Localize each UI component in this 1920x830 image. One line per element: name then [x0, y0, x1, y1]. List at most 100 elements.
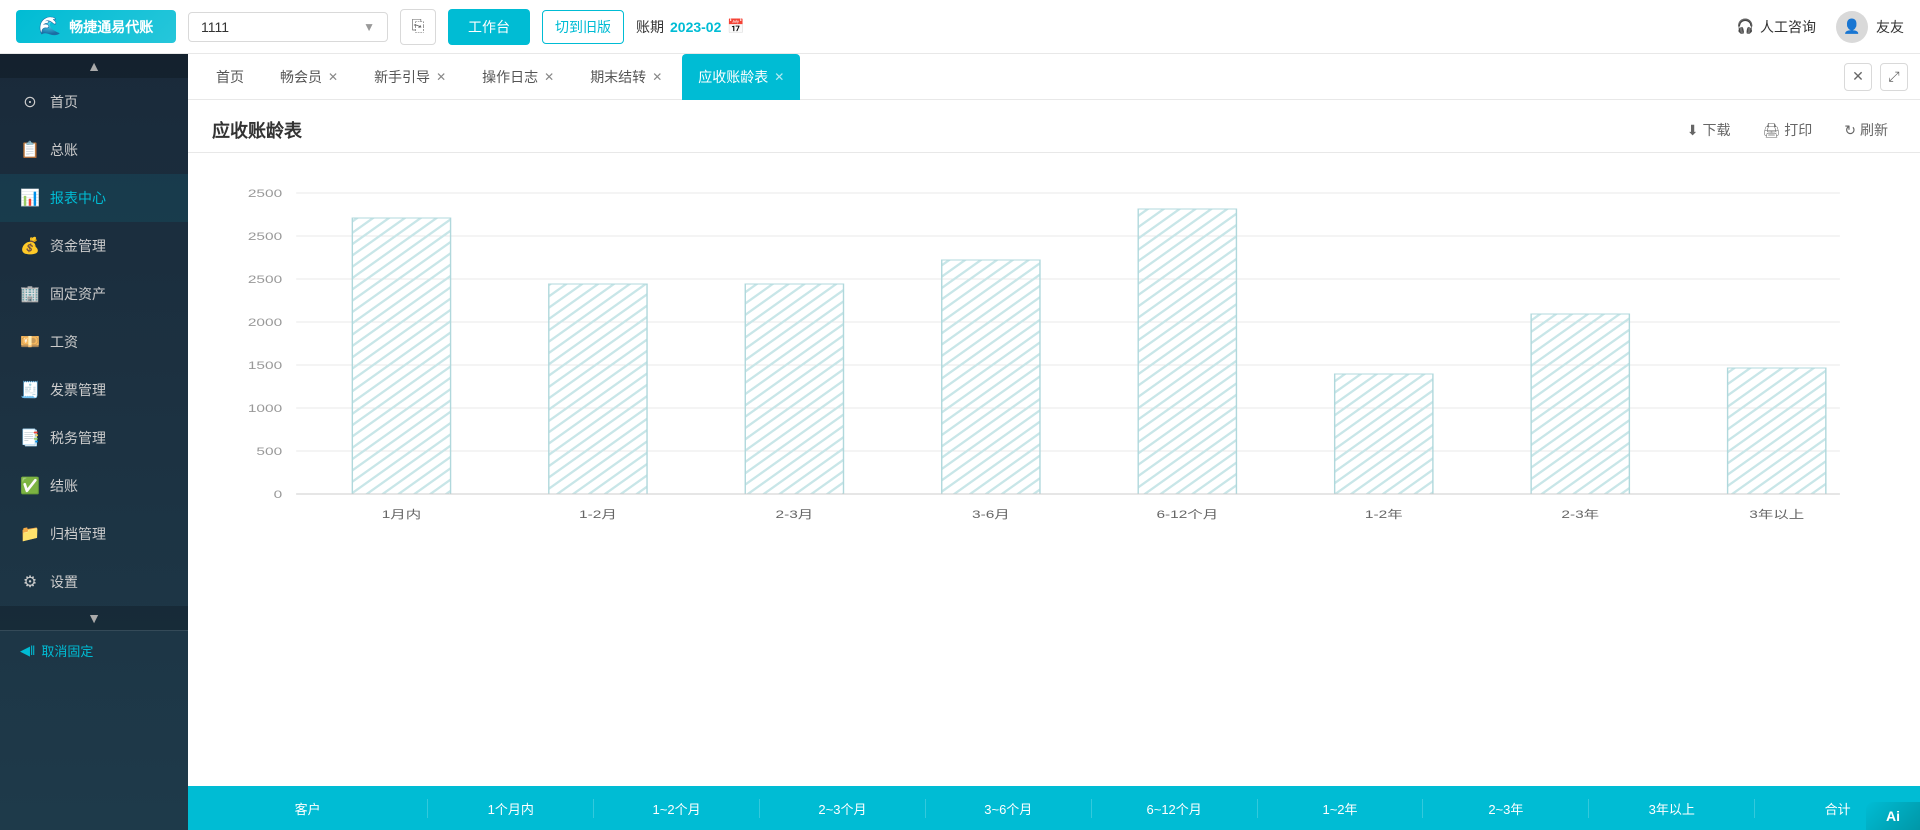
- th-customer: 客户: [188, 799, 428, 818]
- sidebar-item-home[interactable]: ⊙ 首页: [0, 78, 188, 126]
- archive-icon: 📁: [20, 524, 40, 544]
- page-header: 应收账龄表 ⬇ 下载 🖨 打印 ↻ 刷新: [188, 100, 1920, 153]
- sidebar-label-home: 首页: [50, 92, 78, 112]
- tab-member[interactable]: 畅会员 ✕: [264, 54, 354, 100]
- ledger-icon: 📋: [20, 140, 40, 160]
- workbench-button[interactable]: 工作台: [448, 9, 530, 45]
- ai-badge[interactable]: Ai: [1866, 802, 1920, 830]
- tab-aging-close[interactable]: ✕: [774, 70, 784, 84]
- sidebar-item-salary[interactable]: 💴 工资: [0, 318, 188, 366]
- refresh-icon: ↻: [1844, 122, 1856, 139]
- service-button[interactable]: 🎧 人工咨询: [1737, 17, 1816, 37]
- tab-guide[interactable]: 新手引导 ✕: [358, 54, 462, 100]
- calendar-icon[interactable]: 📅: [727, 18, 744, 35]
- download-button[interactable]: ⬇ 下载: [1679, 116, 1739, 144]
- svg-text:2-3月: 2-3月: [776, 508, 814, 520]
- tab-yearend[interactable]: 期末结转 ✕: [574, 54, 678, 100]
- sidebar-item-invoice[interactable]: 🧾 发票管理: [0, 366, 188, 414]
- sidebar-label-funds: 资金管理: [50, 236, 106, 256]
- svg-text:0: 0: [274, 488, 283, 500]
- copy-button[interactable]: ⎘: [400, 9, 436, 45]
- tab-actions: ✕ ⤢: [1844, 63, 1908, 91]
- svg-text:1500: 1500: [248, 359, 282, 371]
- svg-text:1月内: 1月内: [382, 508, 421, 520]
- sidebar-label-tax: 税务管理: [50, 428, 106, 448]
- tab-aging-label: 应收账龄表: [698, 67, 768, 87]
- th-6-12month: 6~12个月: [1092, 799, 1258, 818]
- user-avatar-icon: 👤: [1843, 18, 1860, 35]
- sidebar-item-assets[interactable]: 🏢 固定资产: [0, 270, 188, 318]
- switch-version-button[interactable]: 切到旧版: [542, 10, 624, 44]
- tab-yearend-label: 期末结转: [590, 67, 646, 87]
- reports-icon: 📊: [20, 188, 40, 208]
- sidebar-item-settings[interactable]: ⚙ 设置: [0, 558, 188, 606]
- th-3-6month: 3~6个月: [926, 799, 1092, 818]
- table-header: 客户 1个月内 1~2个月 2~3个月 3~6个月 6~12个月 1~2年 2~…: [188, 786, 1920, 830]
- sidebar-item-ledger[interactable]: 📋 总账: [0, 126, 188, 174]
- sidebar-item-settle[interactable]: ✅ 结账: [0, 462, 188, 510]
- print-label: 打印: [1784, 120, 1812, 140]
- sidebar: ▲ ⊙ 首页 📋 总账 📊 报表中心 💰 资金管理 🏢 固定资产 💴 工资 🧾 …: [0, 54, 188, 830]
- ai-badge-label: Ai: [1886, 808, 1900, 824]
- headphone-icon: 🎧: [1737, 18, 1754, 35]
- cancel-pin-label: 取消固定: [41, 641, 93, 660]
- tab-guide-close[interactable]: ✕: [436, 70, 446, 84]
- chart-area: 2500 2500 2500 2000 1500 1000 500 0: [212, 173, 1896, 533]
- th-3plus-year: 3年以上: [1589, 799, 1755, 818]
- th-2-3year: 2~3年: [1423, 799, 1589, 818]
- download-icon: ⬇: [1687, 122, 1699, 139]
- content-area: 首页 畅会员 ✕ 新手引导 ✕ 操作日志 ✕ 期末结转 ✕ 应收账龄表 ✕: [188, 54, 1920, 830]
- sidebar-item-archive[interactable]: 📁 归档管理: [0, 510, 188, 558]
- sidebar-scroll-up[interactable]: ▲: [0, 54, 188, 78]
- page-content: 应收账龄表 ⬇ 下载 🖨 打印 ↻ 刷新: [188, 100, 1920, 830]
- cancel-pin-icon: ◀‖: [20, 643, 35, 659]
- tab-guide-label: 新手引导: [374, 67, 430, 87]
- tab-oplog-label: 操作日志: [482, 67, 538, 87]
- sidebar-label-settle: 结账: [50, 476, 78, 496]
- app-logo[interactable]: 🌊 畅捷通易代账: [16, 10, 176, 43]
- avatar: 👤: [1836, 11, 1868, 43]
- funds-icon: 💰: [20, 236, 40, 256]
- tab-member-close[interactable]: ✕: [328, 70, 338, 84]
- page-actions: ⬇ 下载 🖨 打印 ↻ 刷新: [1679, 116, 1896, 144]
- tab-aging[interactable]: 应收账龄表 ✕: [682, 54, 800, 100]
- sidebar-label-reports: 报表中心: [50, 188, 106, 208]
- sidebar-label-invoice: 发票管理: [50, 380, 106, 400]
- page-title: 应收账龄表: [212, 117, 302, 143]
- print-icon: 🖨: [1762, 122, 1780, 139]
- tax-icon: 📑: [20, 428, 40, 448]
- tab-yearend-close[interactable]: ✕: [652, 70, 662, 84]
- tab-oplog-close[interactable]: ✕: [544, 70, 554, 84]
- svg-text:2500: 2500: [248, 187, 282, 199]
- company-selector[interactable]: 1111 ▼: [188, 12, 388, 42]
- svg-text:2000: 2000: [248, 316, 282, 328]
- logo-icon: 🌊: [39, 16, 61, 37]
- home-icon: ⊙: [20, 92, 40, 112]
- settings-icon: ⚙: [20, 572, 40, 592]
- sidebar-item-reports[interactable]: 📊 报表中心: [0, 174, 188, 222]
- tab-expand-button[interactable]: ⤢: [1880, 63, 1908, 91]
- sidebar-label-salary: 工资: [50, 332, 78, 352]
- tab-home[interactable]: 首页: [200, 54, 260, 100]
- sidebar-label-assets: 固定资产: [50, 284, 106, 304]
- sidebar-scroll-down[interactable]: ▼: [0, 606, 188, 630]
- chevron-down-icon: ▼: [363, 20, 375, 34]
- th-1month: 1个月内: [428, 799, 594, 818]
- sidebar-item-funds[interactable]: 💰 资金管理: [0, 222, 188, 270]
- svg-text:2-3年: 2-3年: [1561, 508, 1599, 520]
- sidebar-item-tax[interactable]: 📑 税务管理: [0, 414, 188, 462]
- top-header: 🌊 畅捷通易代账 1111 ▼ ⎘ 工作台 切到旧版 账期 2023-02 📅 …: [0, 0, 1920, 54]
- company-name: 1111: [201, 19, 229, 35]
- print-button[interactable]: 🖨 打印: [1754, 116, 1820, 144]
- tab-oplog[interactable]: 操作日志 ✕: [466, 54, 570, 100]
- user-info[interactable]: 👤 友友: [1836, 11, 1904, 43]
- invoice-icon: 🧾: [20, 380, 40, 400]
- tab-close-all-button[interactable]: ✕: [1844, 63, 1872, 91]
- sidebar-cancel-pin[interactable]: ◀‖ 取消固定: [0, 630, 188, 670]
- assets-icon: 🏢: [20, 284, 40, 304]
- bar-chart: 2500 2500 2500 2000 1500 1000 500 0: [212, 173, 1896, 533]
- refresh-button[interactable]: ↻ 刷新: [1836, 116, 1896, 144]
- period-label: 账期: [636, 17, 664, 37]
- refresh-label: 刷新: [1860, 120, 1888, 140]
- tab-member-label: 畅会员: [280, 67, 322, 87]
